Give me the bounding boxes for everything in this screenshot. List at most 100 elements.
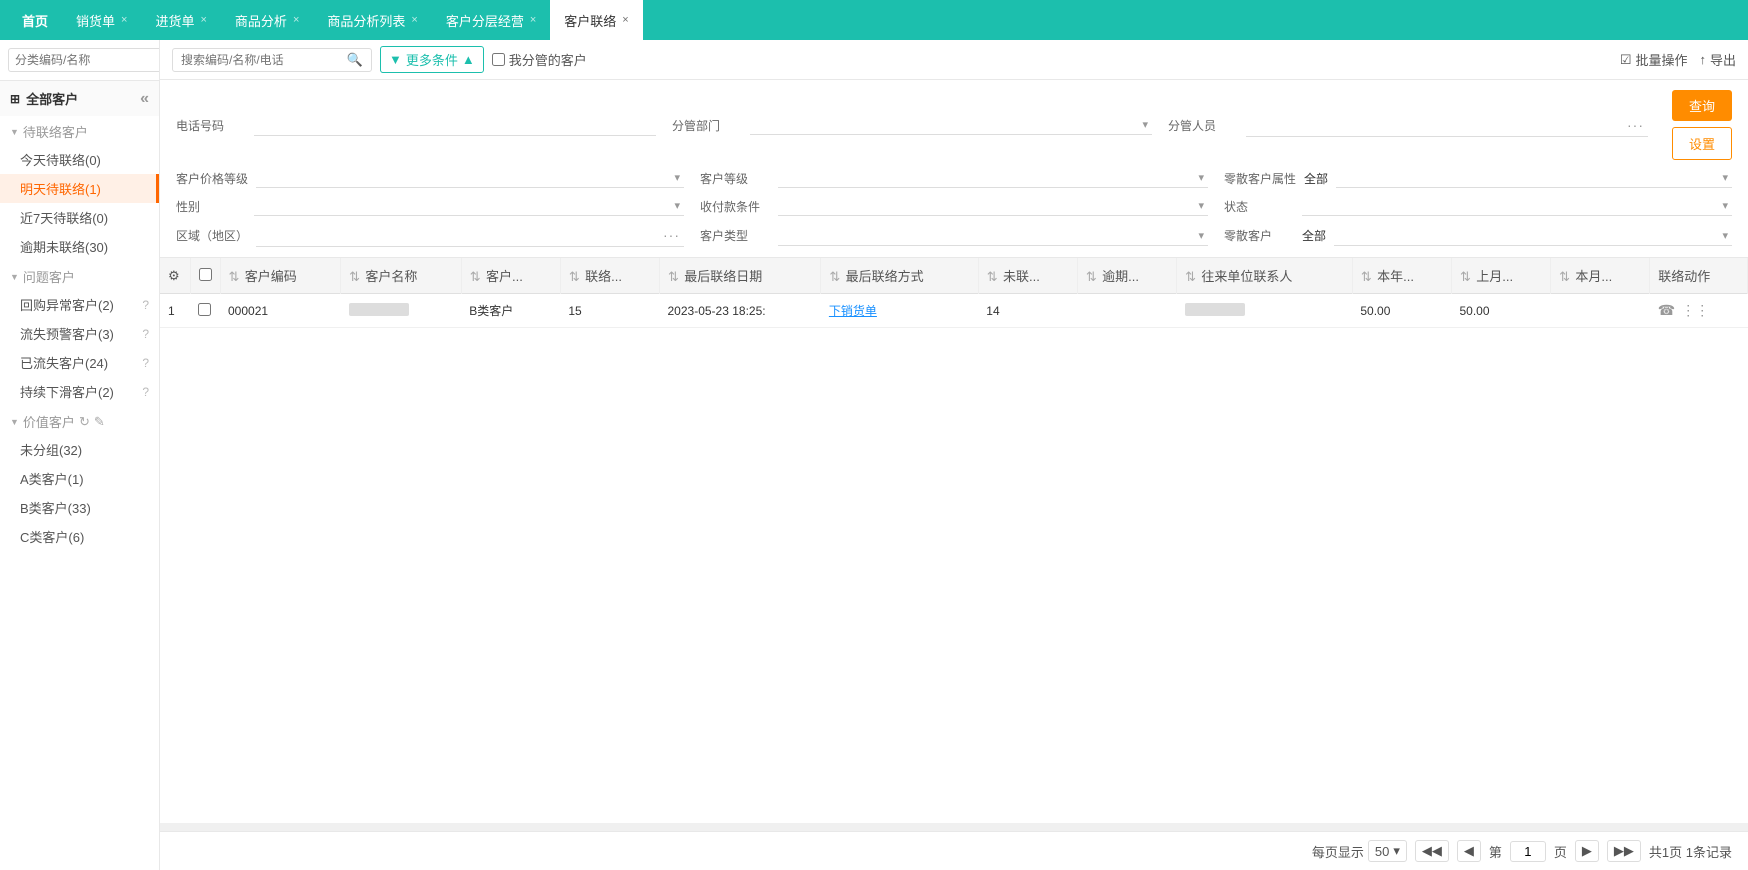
section-problem-customers[interactable]: 问题客户 <box>0 261 159 290</box>
sort-icon-name[interactable]: ⇅ <box>349 269 360 284</box>
sort-icon-code[interactable]: ⇅ <box>229 269 240 284</box>
prev-page-button[interactable]: ◀ <box>1457 840 1481 862</box>
cell-name <box>341 294 462 328</box>
batch-button[interactable]: ☑ 批量操作 <box>1620 50 1688 69</box>
sidebar-item-overdue-contact[interactable]: 逾期未联络(30) <box>0 232 159 261</box>
pagination-bar: 每页显示 50 ▾ ◀◀ ◀ 第 页 ▶ ▶▶ 共1页 1条记录 <box>160 831 1748 870</box>
last-page-button[interactable]: ▶▶ <box>1607 840 1641 862</box>
col-checkbox[interactable] <box>190 258 220 294</box>
search-input[interactable] <box>181 53 347 67</box>
close-sales-icon[interactable]: × <box>121 14 127 26</box>
close-goods-analysis-icon[interactable]: × <box>293 14 299 26</box>
my-customers-checkbox[interactable] <box>492 53 505 66</box>
close-customer-contact-icon[interactable]: × <box>622 14 628 26</box>
export-button[interactable]: ↑ 导出 <box>1699 50 1736 69</box>
page-input[interactable] <box>1510 841 1546 862</box>
next-page-button[interactable]: ▶ <box>1575 840 1599 862</box>
sidebar-search-input[interactable] <box>8 48 160 72</box>
cell-last-contact-method[interactable]: 下销货单 <box>821 294 978 328</box>
section-value-customers[interactable]: 价值客户 ↻ ✎ <box>0 406 159 435</box>
sort-icon-last-date[interactable]: ⇅ <box>668 269 679 284</box>
sidebar-item-declining[interactable]: 持续下滑客户(2) ? <box>0 377 159 406</box>
price-level-select[interactable]: ▾ <box>256 168 684 188</box>
batch-icon: ☑ <box>1620 52 1632 68</box>
customer-type-select[interactable]: ▾ <box>778 226 1208 246</box>
nav-item-home[interactable]: 首页 <box>8 0 62 40</box>
payment-select[interactable]: ▾ <box>778 196 1208 216</box>
filter-dept: 分管部门 ▾ <box>672 115 1152 135</box>
sidebar-item-ungrouped[interactable]: 未分组(32) <box>0 435 159 464</box>
right-actions: ☑ 批量操作 ↑ 导出 <box>1620 50 1736 69</box>
search-icon[interactable]: 🔍 <box>347 52 363 68</box>
customer-level-select[interactable]: ▾ <box>778 168 1208 188</box>
query-button[interactable]: 查询 <box>1672 90 1732 121</box>
filter-button[interactable]: ▼ 更多条件 ▲ <box>380 46 484 73</box>
filter-icon: ▼ <box>389 52 402 67</box>
help-icon-repurchase[interactable]: ? <box>142 298 149 312</box>
nav-item-sales[interactable]: 销货单 × <box>62 0 141 40</box>
dept-select[interactable]: ▾ <box>750 115 1152 135</box>
nav-item-goods-analysis[interactable]: 商品分析 × <box>221 0 313 40</box>
nav-item-customer-tier[interactable]: 客户分层经营 × <box>432 0 550 40</box>
sidebar-item-repurchase-abnormal[interactable]: 回购异常客户(2) ? <box>0 290 159 319</box>
sidebar-item-today-contact[interactable]: 今天待联络(0) <box>0 145 159 174</box>
sort-icon-overdue[interactable]: ⇅ <box>1086 269 1097 284</box>
retail-customer-select[interactable]: ▾ <box>1334 226 1732 246</box>
cell-contact-count: 15 <box>560 294 659 328</box>
gear-icon[interactable]: ⚙ <box>168 268 180 283</box>
nav-item-purchase[interactable]: 进货单 × <box>141 0 220 40</box>
sidebar-item-class-c[interactable]: C类客户(6) <box>0 522 159 551</box>
section-pending-contact[interactable]: 待联络客户 <box>0 116 159 145</box>
sort-icon-last-month[interactable]: ⇅ <box>1460 269 1471 284</box>
settings-button[interactable]: 设置 <box>1672 127 1732 160</box>
contact-action-icon[interactable]: ☎ <box>1658 302 1675 319</box>
table-row: 1 000021 B类客户 15 2023-05-23 18:25: 下销货单 <box>160 294 1748 328</box>
filter-payment: 收付款条件 ▾ <box>700 196 1208 216</box>
status-select[interactable]: ▾ <box>1302 196 1732 216</box>
sidebar-item-tomorrow-contact[interactable]: 明天待联络(1) <box>0 174 159 203</box>
edit-value-icon[interactable]: ✎ <box>94 414 105 430</box>
refresh-icon[interactable]: ↻ <box>79 414 90 430</box>
sort-icon-this-month[interactable]: ⇅ <box>1559 269 1570 284</box>
help-icon-churn[interactable]: ? <box>142 327 149 341</box>
page-size-box[interactable]: 50 ▾ <box>1368 840 1407 862</box>
col-settings[interactable]: ⚙ <box>160 258 190 294</box>
sort-icon-last-method[interactable]: ⇅ <box>829 269 840 284</box>
sidebar-item-churn-warning[interactable]: 流失预警客户(3) ? <box>0 319 159 348</box>
close-purchase-icon[interactable]: × <box>200 14 206 26</box>
more-action-icon[interactable]: ⋮⋮ <box>1681 302 1709 319</box>
cell-checkbox[interactable] <box>190 294 220 328</box>
sort-icon-this-year[interactable]: ⇅ <box>1361 269 1372 284</box>
select-all-checkbox[interactable] <box>199 268 212 281</box>
help-icon-churned[interactable]: ? <box>142 356 149 370</box>
sidebar-item-class-b[interactable]: B类客户(33) <box>0 493 159 522</box>
row-checkbox[interactable] <box>198 303 211 316</box>
sidebar-item-week-contact[interactable]: 近7天待联络(0) <box>0 203 159 232</box>
close-goods-analysis-list-icon[interactable]: × <box>411 14 417 26</box>
gender-select[interactable]: ▾ <box>254 196 684 216</box>
cell-this-month <box>1551 294 1650 328</box>
sort-icon-contacts[interactable]: ⇅ <box>1185 269 1196 284</box>
close-customer-tier-icon[interactable]: × <box>530 14 536 26</box>
sidebar-all-customers[interactable]: ⊞ 全部客户 « <box>0 81 159 116</box>
manager-select[interactable]: ··· <box>1246 114 1648 137</box>
horizontal-scrollbar[interactable] <box>160 823 1748 831</box>
region-select[interactable]: ··· <box>256 224 684 247</box>
filter-phone: 电话号码 <box>176 115 656 136</box>
nav-item-goods-analysis-list[interactable]: 商品分析列表 × <box>313 0 431 40</box>
sidebar-item-class-a[interactable]: A类客户(1) <box>0 464 159 493</box>
retail-customer-arrow-icon: ▾ <box>1722 229 1728 242</box>
sort-icon-type[interactable]: ⇅ <box>470 269 481 284</box>
sort-icon-contact-count[interactable]: ⇅ <box>569 269 580 284</box>
sort-icon-uncontacted[interactable]: ⇅ <box>987 269 998 284</box>
collapse-icon[interactable]: « <box>140 90 149 108</box>
first-page-button[interactable]: ◀◀ <box>1415 840 1449 862</box>
retail-attr-select[interactable]: ▾ <box>1336 168 1732 188</box>
sidebar-item-churned[interactable]: 已流失客户(24) ? <box>0 348 159 377</box>
phone-input[interactable] <box>254 115 656 136</box>
cell-type: B类客户 <box>461 294 560 328</box>
filter-status: 状态 ▾ <box>1224 196 1732 216</box>
nav-item-customer-contact[interactable]: 客户联络 × <box>550 0 642 40</box>
my-customers-checkbox-wrap[interactable]: 我分管的客户 <box>492 50 587 69</box>
help-icon-declining[interactable]: ? <box>142 385 149 399</box>
